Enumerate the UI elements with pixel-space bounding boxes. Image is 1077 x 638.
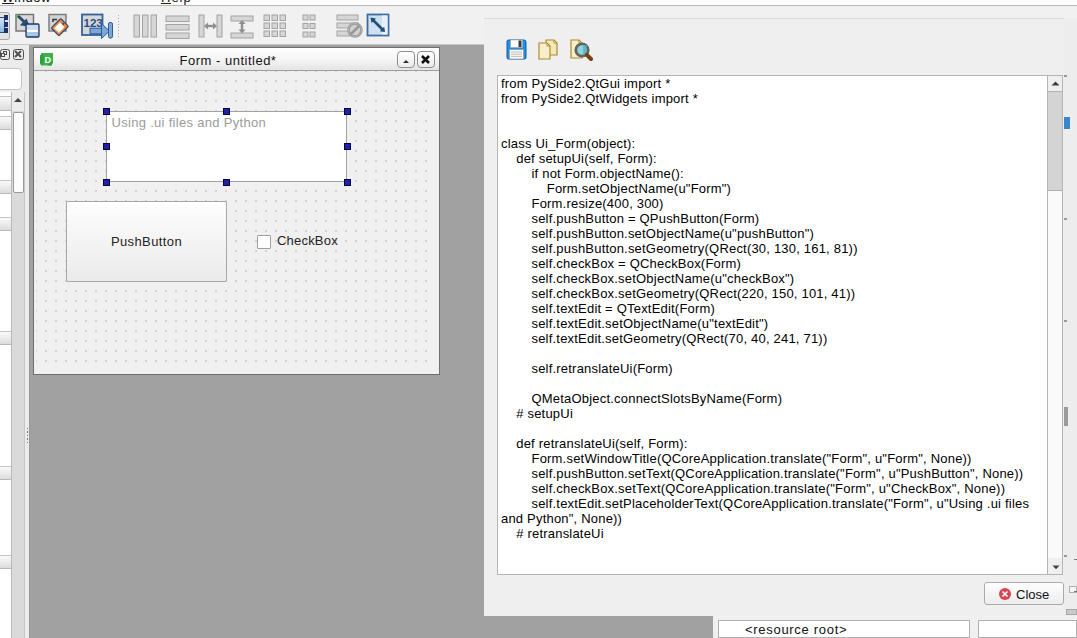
svg-text:123: 123: [84, 17, 103, 29]
